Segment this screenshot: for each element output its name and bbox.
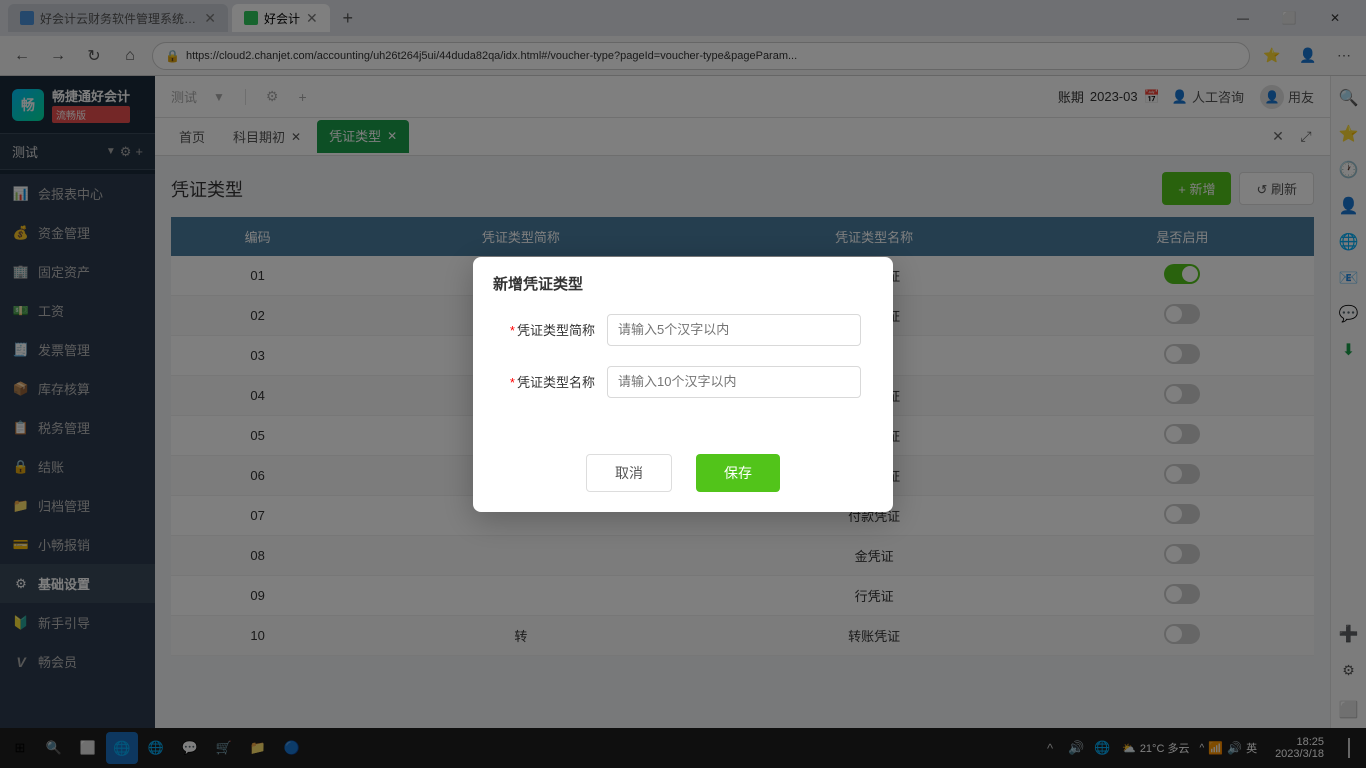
cancel-button[interactable]: 取消	[586, 454, 672, 492]
dialog-overlay[interactable]: 新增凭证类型 *凭证类型简称 *凭证类型名称 取消 保存	[0, 0, 1366, 768]
dialog-body: *凭证类型简称 *凭证类型名称	[473, 306, 893, 442]
dialog-title: 新增凭证类型	[493, 273, 873, 294]
new-voucher-dialog: 新增凭证类型 *凭证类型简称 *凭证类型名称 取消 保存	[473, 257, 893, 512]
full-name-input[interactable]	[607, 366, 861, 398]
dialog-header: 新增凭证类型	[473, 257, 893, 306]
dialog-footer: 取消 保存	[473, 442, 893, 512]
short-name-row: *凭证类型简称	[505, 314, 861, 346]
full-name-row: *凭证类型名称	[505, 366, 861, 398]
full-name-label: *凭证类型名称	[505, 372, 595, 391]
save-button[interactable]: 保存	[696, 454, 780, 492]
required-indicator2: *	[510, 375, 515, 390]
short-name-input[interactable]	[607, 314, 861, 346]
short-name-label: *凭证类型简称	[505, 320, 595, 339]
required-indicator: *	[510, 323, 515, 338]
